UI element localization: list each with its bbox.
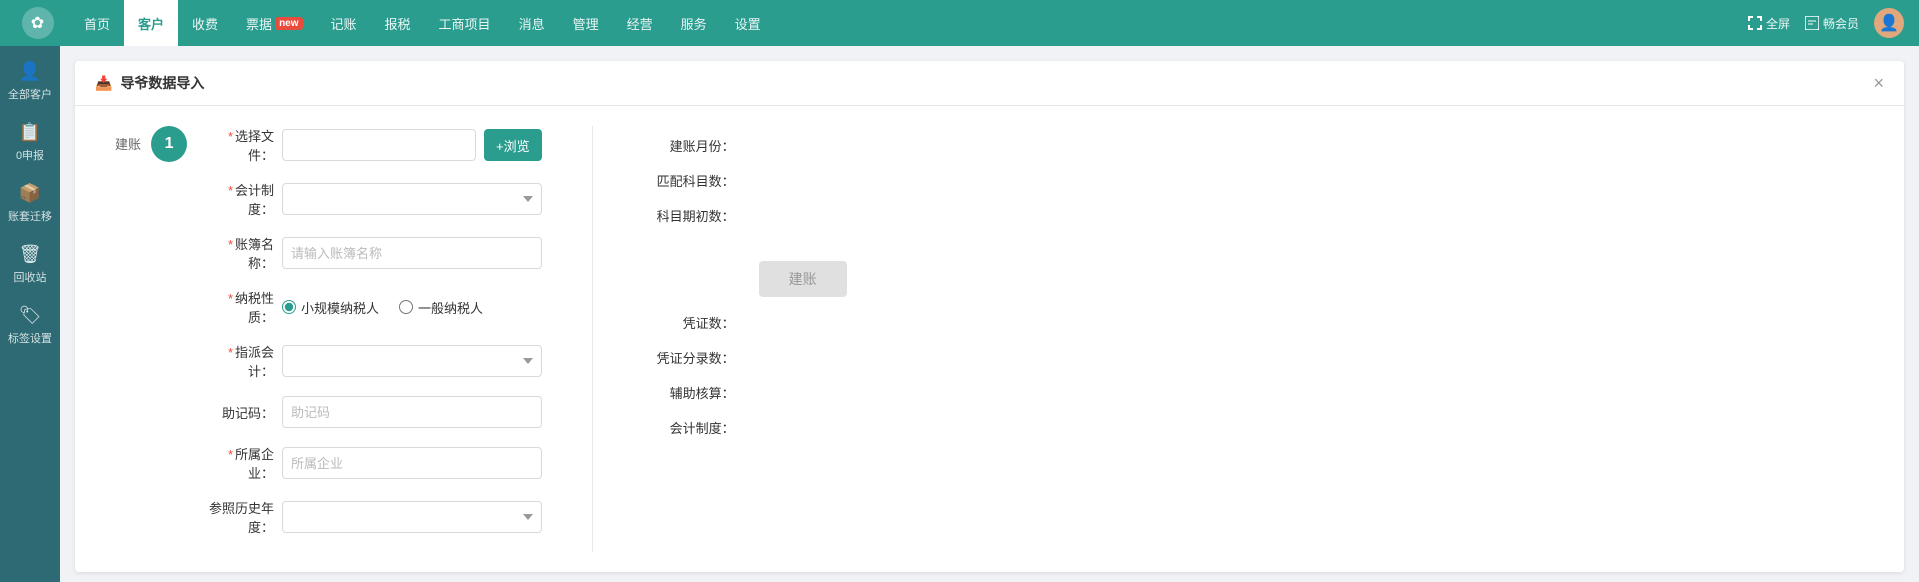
dialog-title-icon: 📥	[95, 75, 112, 92]
small-taxpayer-option[interactable]: 小规模纳税人	[282, 298, 379, 317]
auxiliary-accounting-row: 辅助核算：	[643, 383, 963, 402]
nav-item-industry[interactable]: 工商项目	[425, 0, 505, 46]
create-account-button[interactable]: 建账	[759, 261, 847, 297]
form-right: 建账月份： 匹配科目数： 科目期初数： 建账	[643, 126, 963, 552]
affiliated-company-row: 所属企业：	[202, 444, 542, 482]
subject-initial-row: 科目期初数：	[643, 206, 963, 225]
nav-item-bookkeeping[interactable]: 记账	[317, 0, 371, 46]
history-year-label: 参照历史年度：	[202, 498, 282, 536]
tags-icon: 🏷	[19, 305, 42, 326]
nav-item-manage[interactable]: 管理	[559, 0, 613, 46]
voucher-entries-label: 凭证分录数：	[643, 348, 743, 367]
affiliated-company-label: 所属企业：	[202, 444, 282, 482]
top-navigation: ✿ 首页 客户 收费 票据 new 记账 报税 工商项目 消息 管理 经营 服务…	[0, 0, 1919, 46]
accounting-system-select[interactable]	[282, 183, 542, 215]
file-select-row: 选择文件： +浏览	[202, 126, 542, 164]
browse-button[interactable]: +浏览	[484, 129, 542, 161]
right-accounting-system-row: 会计制度：	[643, 418, 963, 437]
recycle-icon: 🗑	[19, 244, 42, 265]
nav-item-service[interactable]: 服务	[667, 0, 721, 46]
file-label: 选择文件：	[202, 126, 282, 164]
accounting-system-label: 会计制度：	[202, 180, 282, 218]
sidebar-item-declaration[interactable]: 📋 0申报	[0, 112, 60, 173]
history-year-row: 参照历史年度：	[202, 498, 542, 536]
assign-accountant-row: 指派会计：	[202, 342, 542, 380]
nav-item-home[interactable]: 首页	[70, 0, 124, 46]
nav-item-operation[interactable]: 经营	[613, 0, 667, 46]
step-circle: 1	[151, 126, 187, 162]
create-month-label: 建账月份：	[643, 136, 743, 155]
ledger-name-input[interactable]	[282, 237, 542, 269]
create-month-row: 建账月份：	[643, 136, 963, 155]
general-taxpayer-radio[interactable]	[399, 300, 413, 314]
dialog-container: 📥 导爷数据导入 × 建账 1 选择文件：	[75, 61, 1904, 572]
logo-area[interactable]: ✿	[10, 0, 65, 46]
nav-item-message[interactable]: 消息	[505, 0, 559, 46]
assign-accountant-select[interactable]	[282, 345, 542, 377]
tax-type-radio-group: 小规模纳税人 一般纳税人	[282, 298, 483, 317]
nav-item-charge[interactable]: 收费	[178, 0, 232, 46]
dialog-header: 📥 导爷数据导入 ×	[75, 61, 1904, 106]
subject-initial-label: 科目期初数：	[643, 206, 743, 225]
nav-items: 首页 客户 收费 票据 new 记账 报税 工商项目 消息 管理 经营 服务 设…	[70, 0, 1748, 46]
form-left: 选择文件： +浏览 会计制度：	[202, 126, 542, 552]
declaration-icon: 📋	[19, 122, 41, 143]
sidebar-item-all-clients[interactable]: 👤 全部客户	[0, 51, 60, 112]
form-area: 建账 1 选择文件： +浏览	[75, 106, 1904, 572]
logo-icon: ✿	[22, 7, 54, 39]
migration-icon: 📦	[19, 183, 41, 204]
nav-item-tax[interactable]: 报税	[371, 0, 425, 46]
match-subjects-label: 匹配科目数：	[643, 171, 743, 190]
right-actions: 建账	[643, 251, 963, 297]
form-divider	[592, 126, 593, 552]
right-form-area: 建账月份： 匹配科目数： 科目期初数： 建账	[643, 126, 963, 453]
voucher-count-row: 凭证数：	[643, 313, 963, 332]
voucher-entries-row: 凭证分录数：	[643, 348, 963, 367]
small-taxpayer-radio[interactable]	[282, 300, 296, 314]
tax-type-row: 纳税性质： 小规模纳税人 一般纳税人	[202, 288, 542, 326]
sidebar-item-migration[interactable]: 📦 账套迁移	[0, 173, 60, 234]
memo-code-row: 助记码：	[202, 396, 542, 428]
member-icon	[1805, 16, 1819, 30]
right-accounting-system-label: 会计制度：	[643, 418, 743, 437]
dialog-title: 📥 导爷数据导入	[95, 73, 204, 93]
new-badge: new	[275, 17, 302, 30]
all-clients-icon: 👤	[19, 61, 41, 82]
sidebar: 👤 全部客户 📋 0申报 📦 账套迁移 🗑 回收站 🏷 标签设置	[0, 46, 60, 582]
general-taxpayer-option[interactable]: 一般纳税人	[399, 298, 483, 317]
nav-item-invoice[interactable]: 票据 new	[232, 0, 316, 46]
main-layout: 👤 全部客户 📋 0申报 📦 账套迁移 🗑 回收站 🏷 标签设置 📥 导爷	[0, 46, 1919, 582]
ledger-name-row: 账簿名称：	[202, 234, 542, 272]
user-avatar[interactable]: 👤	[1874, 8, 1904, 38]
close-button[interactable]: ×	[1873, 74, 1884, 92]
nav-right: 全屏 畅会员 👤	[1748, 8, 1904, 38]
auxiliary-accounting-label: 辅助核算：	[643, 383, 743, 402]
history-year-select[interactable]	[282, 501, 542, 533]
match-subjects-row: 匹配科目数：	[643, 171, 963, 190]
nav-item-settings[interactable]: 设置	[721, 0, 775, 46]
assign-accountant-label: 指派会计：	[202, 342, 282, 380]
member-button[interactable]: 畅会员	[1805, 15, 1859, 32]
affiliated-company-input[interactable]	[282, 447, 542, 479]
file-input-wrapper: +浏览	[282, 129, 542, 161]
sidebar-item-tags[interactable]: 🏷 标签设置	[0, 295, 60, 356]
main-content: 📥 导爷数据导入 × 建账 1 选择文件：	[60, 46, 1919, 582]
ledger-name-label: 账簿名称：	[202, 234, 282, 272]
fullscreen-icon	[1748, 16, 1762, 30]
fullscreen-button[interactable]: 全屏	[1748, 15, 1790, 32]
file-input[interactable]	[282, 129, 476, 161]
sidebar-item-recycle[interactable]: 🗑 回收站	[0, 234, 60, 295]
memo-code-label: 助记码：	[202, 403, 282, 422]
memo-code-input[interactable]	[282, 396, 542, 428]
nav-item-client[interactable]: 客户	[124, 0, 178, 46]
accounting-system-row: 会计制度：	[202, 180, 542, 218]
tax-type-label: 纳税性质：	[202, 288, 282, 326]
step-section: 建账 1	[115, 126, 187, 162]
voucher-count-label: 凭证数：	[643, 313, 743, 332]
